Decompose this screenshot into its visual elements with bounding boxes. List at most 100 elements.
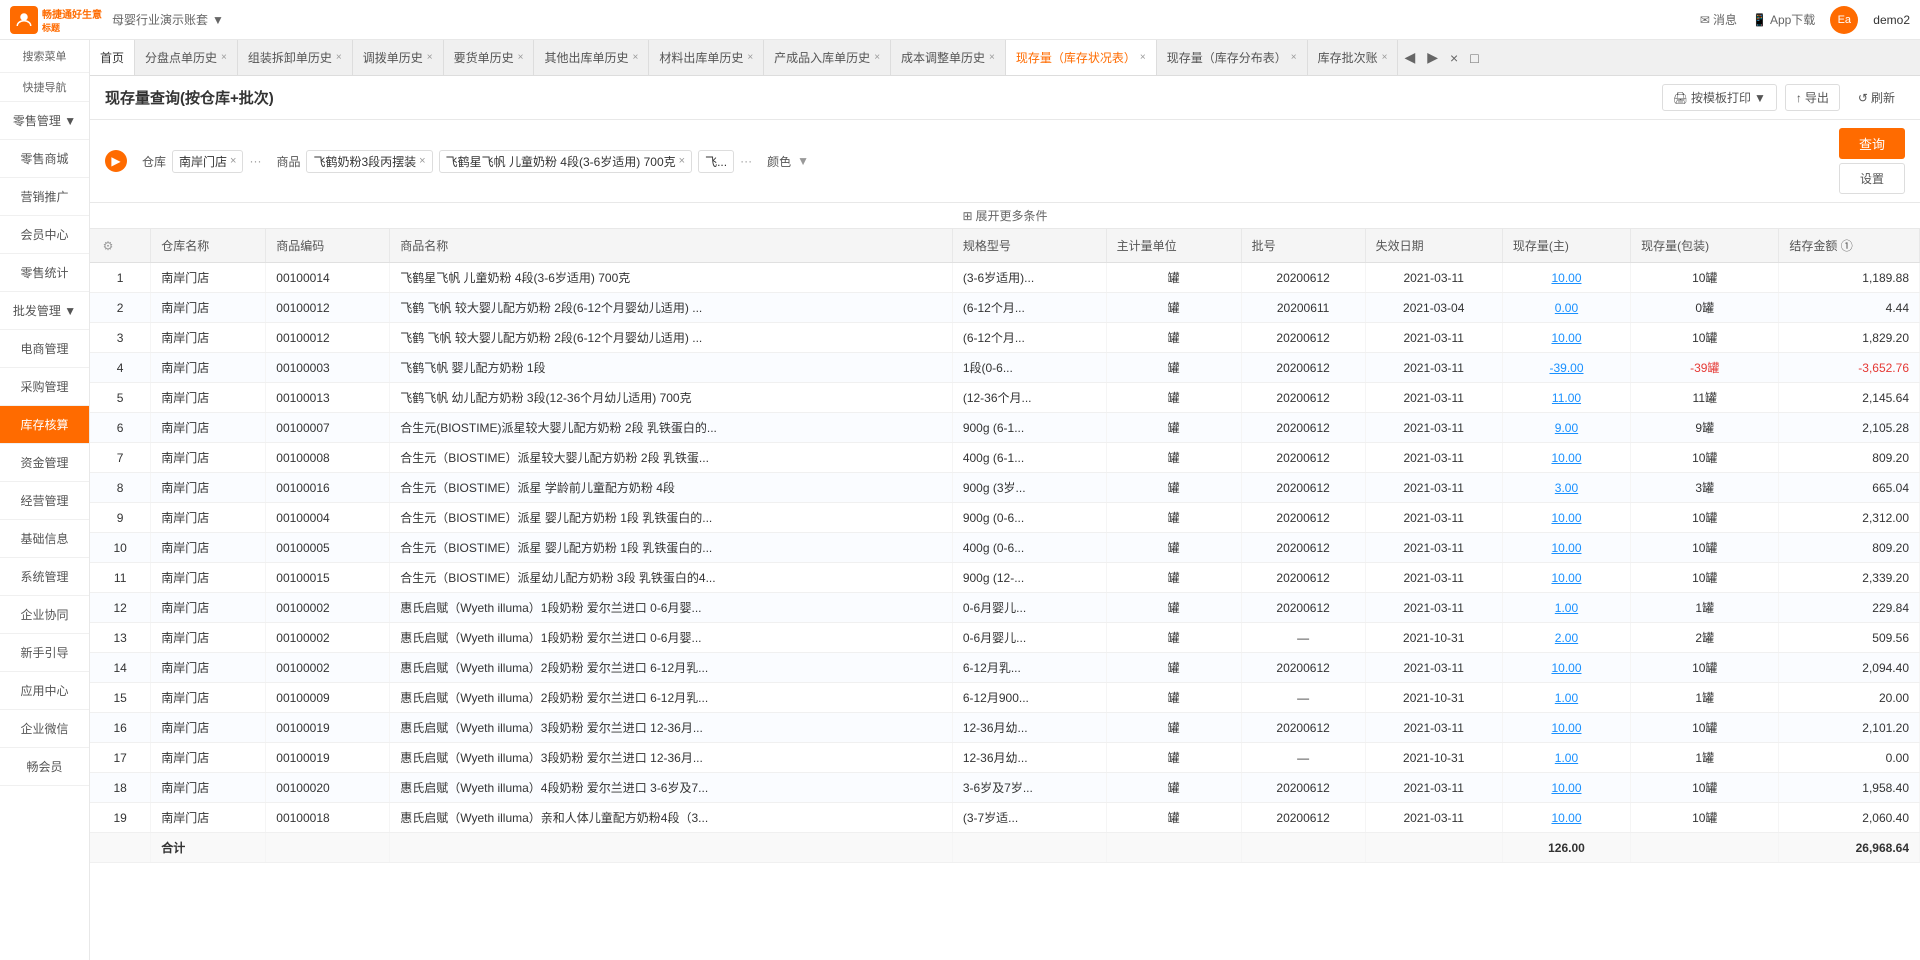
expand-more-btn[interactable]: ⊞ 展开更多条件 [962, 207, 1047, 224]
message-btn[interactable]: ✉ 消息 [1700, 11, 1737, 28]
expand-label: 展开更多条件 [976, 207, 1048, 224]
app-download-btn[interactable]: 📱 App下载 [1752, 11, 1815, 28]
tab-close[interactable]: × [1291, 52, 1297, 63]
sidebar-item-wholesale[interactable]: 批发管理 ▼ [0, 292, 89, 330]
tab-scroll-left[interactable]: ◀ [1398, 49, 1421, 66]
product-tag-3-value: 飞... [705, 153, 727, 170]
sidebar-quick-nav[interactable]: 快捷导航 [0, 73, 89, 102]
workspace-selector[interactable]: 母婴行业演示账套 ▼ [112, 11, 224, 28]
tab-close[interactable]: × [518, 52, 524, 63]
product-tag-1-remove[interactable]: × [419, 155, 425, 167]
sidebar-item-marketing[interactable]: 营销推广 [0, 178, 89, 216]
th-unit: 主计量单位 [1106, 229, 1241, 263]
tab-close[interactable]: × [427, 52, 433, 63]
table-row: 6南岸门店00100007合生元(BIOSTIME)派星较大婴儿配方奶粉 2段 … [90, 413, 1920, 443]
tab-bar: 首页 分盘点单历史 × 组装拆卸单历史 × 调拨单历史 × 要货单历史 × 其他… [90, 40, 1920, 76]
query-btn[interactable]: 查询 [1839, 128, 1905, 159]
print-icon: 🖨 [1673, 91, 1688, 105]
tab-close[interactable]: × [632, 52, 638, 63]
table-row: 17南岸门店00100019惠氏启赋（Wyeth illuma）3段奶粉 爱尔兰… [90, 743, 1920, 773]
sidebar-item-inventory[interactable]: 库存核算 [0, 406, 89, 444]
refresh-label: 刷新 [1871, 89, 1895, 106]
sidebar-item-sys[interactable]: 系统管理 [0, 558, 89, 596]
tab-close-all[interactable]: × [1444, 50, 1464, 66]
tab-调拨[interactable]: 调拨单历史 × [353, 40, 444, 76]
tab-要货[interactable]: 要货单历史 × [444, 40, 535, 76]
sidebar-search[interactable]: 搜索菜单 [0, 40, 89, 73]
sidebar-item-member[interactable]: 会员中心 [0, 216, 89, 254]
sidebar-item-corp_wechat[interactable]: 企业微信 [0, 710, 89, 748]
header-actions: 🖨 按模板打印 ▼ ↑ 导出 ↺ 刷新 [1662, 84, 1905, 111]
warehouse-remove[interactable]: × [230, 155, 236, 167]
th-expire: 失效日期 [1365, 229, 1502, 263]
username: demo2 [1873, 13, 1910, 27]
query-section: 查询 设置 [1839, 128, 1905, 194]
export-btn[interactable]: ↑ 导出 [1785, 84, 1840, 111]
sidebar-item-member2[interactable]: 畅会员 [0, 748, 89, 786]
tab-成本[interactable]: 成本调整单历史 × [891, 40, 1006, 76]
dropdown-icon: ▼ [212, 13, 224, 27]
filter-row: ▶ 仓库 南岸门店 × ··· 商品 飞鹤奶粉3段丙摆装 × [90, 120, 1920, 203]
tab-close[interactable]: × [874, 52, 880, 63]
print-btn[interactable]: 🖨 按模板打印 ▼ [1662, 84, 1777, 111]
th-code: 商品编码 [266, 229, 390, 263]
expand-icon: ⊞ [962, 209, 972, 223]
sidebar-item-retail_shop[interactable]: 零售商城 [0, 140, 89, 178]
gear-icon[interactable]: ⚙ [100, 238, 116, 254]
color-dropdown[interactable]: ▼ [797, 154, 809, 168]
tab-材料[interactable]: 材料出库单历史 × [649, 40, 764, 76]
tab-产成品[interactable]: 产成品入库单历史 × [764, 40, 891, 76]
print-dropdown-icon: ▼ [1754, 91, 1766, 105]
page-content: 现存量查询(按仓库+批次) 🖨 按模板打印 ▼ ↑ 导出 ↺ 刷新 [90, 76, 1920, 960]
sidebar-item-app_center[interactable]: 应用中心 [0, 672, 89, 710]
tab-分盘[interactable]: 分盘点单历史 × [135, 40, 238, 76]
tab-close[interactable]: × [1140, 52, 1146, 63]
tab-home[interactable]: 首页 [90, 40, 135, 76]
sidebar-item-retail_stat[interactable]: 零售统计 [0, 254, 89, 292]
logo-icon [10, 6, 38, 34]
warehouse-filter: 仓库 南岸门店 × ··· [142, 150, 261, 173]
product-tag-2-remove[interactable]: × [679, 155, 685, 167]
message-label: 消息 [1713, 11, 1737, 28]
settings-btn[interactable]: 设置 [1839, 163, 1905, 194]
product-more[interactable]: ··· [740, 154, 752, 168]
th-spec: 规格型号 [952, 229, 1106, 263]
sidebar-item-finance[interactable]: 资金管理 [0, 444, 89, 482]
warehouse-more[interactable]: ··· [249, 154, 261, 168]
main-content: 首页 分盘点单历史 × 组装拆卸单历史 × 调拨单历史 × 要货单历史 × 其他… [90, 40, 1920, 960]
tab-close[interactable]: × [336, 52, 342, 63]
tab-库存批次[interactable]: 库存批次账 × [1308, 40, 1399, 76]
filter-expand-icon[interactable]: ▶ [105, 150, 127, 172]
product-tag-3[interactable]: 飞... [698, 150, 734, 173]
tab-其他[interactable]: 其他出库单历史 × [534, 40, 649, 76]
tab-scroll-right[interactable]: ▶ [1421, 49, 1444, 66]
sidebar-item-newbie[interactable]: 新手引导 [0, 634, 89, 672]
th-settings[interactable]: ⚙ [90, 229, 151, 263]
product-tag-1[interactable]: 飞鹤奶粉3段丙摆装 × [306, 150, 432, 173]
th-batch: 批号 [1241, 229, 1365, 263]
tab-现存量库存[interactable]: 现存量（库存状况表）× [1006, 40, 1157, 76]
table-row: 13南岸门店00100002惠氏启赋（Wyeth illuma）1段奶粉 爱尔兰… [90, 623, 1920, 653]
sidebar-item-basic[interactable]: 基础信息 [0, 520, 89, 558]
tab-close[interactable]: × [221, 52, 227, 63]
sidebar-item-retail[interactable]: 零售管理 ▼ [0, 102, 89, 140]
warehouse-tag[interactable]: 南岸门店 × [172, 150, 243, 173]
app-label: App下载 [1770, 11, 1815, 28]
tab-现存量分布[interactable]: 现存量（库存分布表）× [1157, 40, 1308, 76]
refresh-btn[interactable]: ↺ 刷新 [1848, 85, 1905, 110]
tab-close[interactable]: × [1382, 52, 1388, 63]
sidebar-item-ecommerce[interactable]: 电商管理 [0, 330, 89, 368]
tab-组装[interactable]: 组装拆卸单历史 × [238, 40, 353, 76]
table-row: 7南岸门店00100008合生元（BIOSTIME）派星较大婴儿配方奶粉 2段 … [90, 443, 1920, 473]
tab-close[interactable]: × [747, 52, 753, 63]
avatar[interactable]: Ea [1830, 6, 1858, 34]
sidebar-item-enterprise[interactable]: 企业协同 [0, 596, 89, 634]
tab-expand[interactable]: □ [1464, 50, 1484, 66]
logo: 畅捷通好生意 标题 [10, 6, 102, 34]
sidebar-item-biz_mgmt[interactable]: 经营管理 [0, 482, 89, 520]
tab-close[interactable]: × [989, 52, 995, 63]
product-tag-2[interactable]: 飞鹤星飞帆 儿童奶粉 4段(3-6岁适用) 700克 × [439, 150, 692, 173]
table-row: 11南岸门店00100015合生元（BIOSTIME）派星幼儿配方奶粉 3段 乳… [90, 563, 1920, 593]
sidebar-item-purchase[interactable]: 采购管理 [0, 368, 89, 406]
table-row: 12南岸门店00100002惠氏启赋（Wyeth illuma）1段奶粉 爱尔兰… [90, 593, 1920, 623]
